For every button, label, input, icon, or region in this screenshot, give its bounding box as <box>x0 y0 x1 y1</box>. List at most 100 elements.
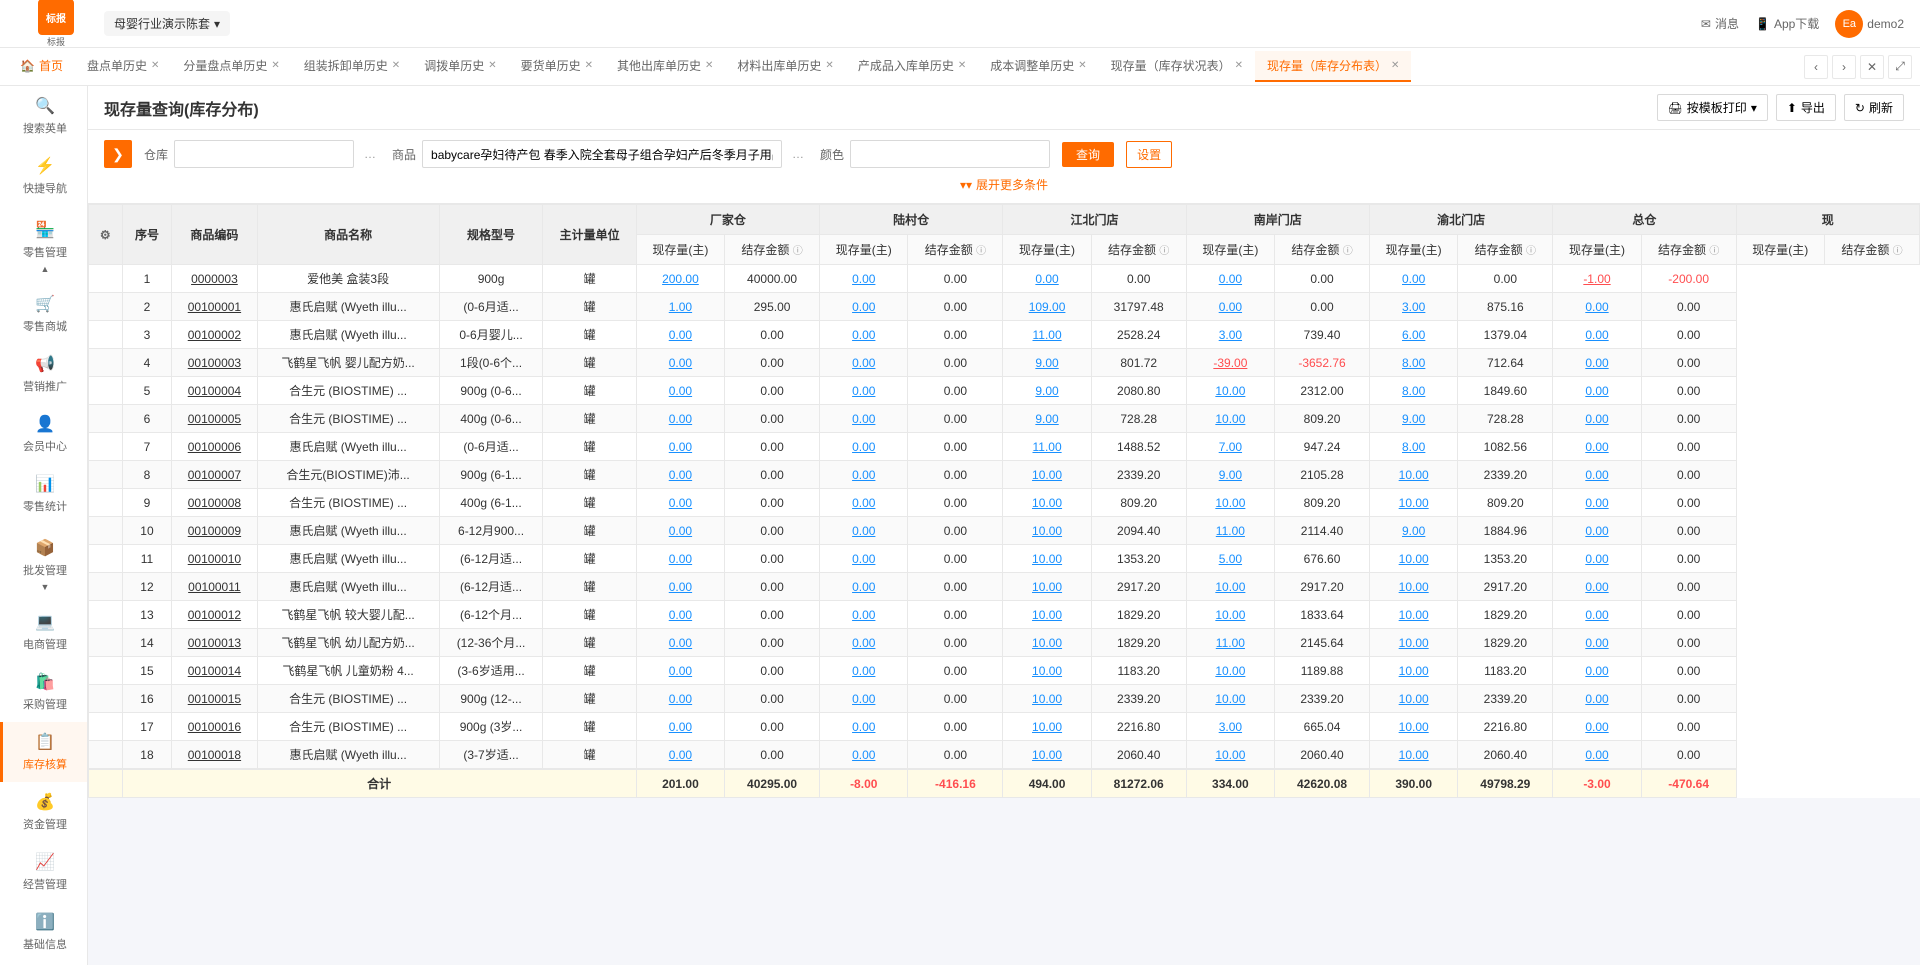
product-ellipsis[interactable]: … <box>788 147 808 161</box>
product-input[interactable] <box>422 140 782 168</box>
sidebar-item-purchase[interactable]: 🛍️ 采购管理 <box>0 662 87 722</box>
col-total-wh: 总仓 <box>1553 205 1736 235</box>
sidebar-item-search[interactable]: 🔍 搜索英单 <box>0 86 87 146</box>
tab-stock-dist[interactable]: 现存量（库存分布表） ✕ <box>1255 51 1411 82</box>
settings-icon[interactable]: ⚙ <box>100 228 111 242</box>
message-action[interactable]: ✉ 消息 <box>1701 15 1739 32</box>
filter-arrow-button[interactable]: ❯ <box>104 140 132 168</box>
close-icon[interactable]: ✕ <box>585 60 593 71</box>
megaphone-icon: 📢 <box>35 354 55 374</box>
sidebar-item-wholesale[interactable]: 📦 批发管理 ▼ <box>0 528 87 602</box>
tab-assembly[interactable]: 组装拆卸单历史 ✕ <box>292 51 412 82</box>
sidebar-item-basic[interactable]: ℹ️ 基础信息 <box>0 902 87 962</box>
sidebar-item-retail-mgmt[interactable]: 🏪 零售管理 ▲ <box>0 210 87 284</box>
close-icon[interactable]: ✕ <box>705 60 713 71</box>
sidebar-item-retail-shop[interactable]: 🛒 零售商城 <box>0 284 87 344</box>
export-button[interactable]: ⬆ 导出 <box>1776 94 1836 121</box>
org-selector[interactable]: 母婴行业演示陈套 ▾ <box>104 11 230 36</box>
col-grand: 现 <box>1736 205 1919 235</box>
sidebar-item-retail-stats[interactable]: 📊 零售统计 <box>0 464 87 524</box>
expand-more-btn[interactable]: ▾▾ 展开更多条件 <box>960 176 1048 193</box>
prev-tab-btn[interactable]: ‹ <box>1804 55 1828 79</box>
close-icon[interactable]: ✕ <box>825 60 833 71</box>
trend-icon: 📈 <box>35 852 55 872</box>
money-icon: 💰 <box>35 792 55 812</box>
table-row: 1400100013飞鹤星飞帆 幼儿配方奶...(12-36个月...罐0.00… <box>89 629 1920 657</box>
warehouse-ellipsis[interactable]: … <box>360 147 380 161</box>
table-row: 800100007合生元(BIOSTIME)沛...900g (6-1...罐0… <box>89 461 1920 489</box>
color-input[interactable] <box>850 140 1050 168</box>
close-icon[interactable]: ✕ <box>1235 60 1243 71</box>
sidebar-item-inventory[interactable]: 📋 库存核算 <box>0 722 87 782</box>
table-row: 1700100016合生元 (BIOSTIME) ...900g (3岁...罐… <box>89 713 1920 741</box>
sub-na-amount: 结存金额 ⓘ <box>1275 235 1370 265</box>
col-jiangbei: 江北门店 <box>1003 205 1186 235</box>
avatar: Ea <box>1835 10 1863 38</box>
warehouse-label: 仓库 <box>144 146 168 163</box>
close-icon[interactable]: ✕ <box>392 60 400 71</box>
col-settings[interactable]: ⚙ <box>89 205 123 265</box>
tab-order[interactable]: 要货单历史 ✕ <box>509 51 605 82</box>
sidebar-item-marketing[interactable]: 📢 营销推广 <box>0 344 87 404</box>
home-icon: 🏠 <box>20 59 35 73</box>
table-row: 600100005合生元 (BIOSTIME) ...400g (0-6...罐… <box>89 405 1920 433</box>
table-row: 1200100011惠氏启赋 (Wyeth illu...(6-12月适...罐… <box>89 573 1920 601</box>
table-row: 300100002惠氏启赋 (Wyeth illu...0-6月婴儿...罐0.… <box>89 321 1920 349</box>
user-action[interactable]: Ea demo2 <box>1835 10 1904 38</box>
close-icon[interactable]: ✕ <box>1391 60 1399 71</box>
sidebar-item-label: 批发管理 <box>23 562 67 578</box>
close-icon[interactable]: ✕ <box>1078 60 1086 71</box>
tab-product-in[interactable]: 产成品入库单历史 ✕ <box>846 51 978 82</box>
refresh-button[interactable]: ↻ 刷新 <box>1844 94 1904 121</box>
username-label: demo2 <box>1867 17 1904 31</box>
tab-home[interactable]: 🏠 首页 <box>8 51 75 82</box>
download-icon: 📱 <box>1755 17 1770 31</box>
chart-icon: 📊 <box>35 474 55 494</box>
next-tab-btn[interactable]: › <box>1832 55 1856 79</box>
warehouse-filter: 仓库 … <box>144 140 380 168</box>
logo-icon: 标报 <box>38 0 74 35</box>
tab-controls: ‹ › ✕ ⤢ <box>1804 55 1912 79</box>
chevron-down-icon: ▼ <box>41 582 50 592</box>
close-icon[interactable]: ✕ <box>488 60 496 71</box>
sidebar-item-label: 电商管理 <box>23 636 67 652</box>
print-button[interactable]: 🖨 按模板打印 ▾ <box>1657 94 1768 121</box>
close-icon[interactable]: ✕ <box>958 60 966 71</box>
sub-total-qty: 现存量(主) <box>1553 235 1641 265</box>
app-download-action[interactable]: 📱 App下载 <box>1755 15 1819 32</box>
sidebar-item-member[interactable]: 👤 会员中心 <box>0 404 87 464</box>
close-icon[interactable]: ✕ <box>271 60 279 71</box>
sidebar-item-label: 快捷导航 <box>23 180 67 196</box>
tab-transfer[interactable]: 调拨单历史 ✕ <box>412 51 508 82</box>
sidebar-item-label: 库存核算 <box>23 756 67 772</box>
table-row: 900100008合生元 (BIOSTIME) ...400g (6-1...罐… <box>89 489 1920 517</box>
sidebar-item-label: 零售统计 <box>23 498 67 514</box>
sub-na-qty: 现存量(主) <box>1186 235 1274 265</box>
sidebar-item-label: 搜索英单 <box>23 120 67 136</box>
settings-button[interactable]: 设置 <box>1126 141 1172 168</box>
warehouse-input[interactable] <box>174 140 354 168</box>
sidebar-item-nav[interactable]: ⚡ 快捷导航 <box>0 146 87 206</box>
expand-tab-btn[interactable]: ⤢ <box>1888 55 1912 79</box>
table-row: 500100004合生元 (BIOSTIME) ...900g (0-6...罐… <box>89 377 1920 405</box>
tab-stock-status[interactable]: 现存量（库存状况表） ✕ <box>1099 51 1255 82</box>
sub-jb-qty: 现存量(主) <box>1003 235 1091 265</box>
sidebar-item-label: 会员中心 <box>23 438 67 454</box>
tab-material-out[interactable]: 材料出库单历史 ✕ <box>725 51 845 82</box>
tab-inventory-check[interactable]: 盘点单历史 ✕ <box>75 51 171 82</box>
sidebar-item-ecommerce[interactable]: 💻 电商管理 <box>0 602 87 662</box>
summary-row: 合计201.0040295.00-8.00-416.16494.0081272.… <box>89 769 1920 798</box>
sidebar-item-label: 零售商城 <box>23 318 67 334</box>
tab-other-out[interactable]: 其他出库单历史 ✕ <box>605 51 725 82</box>
close-icon[interactable]: ✕ <box>151 60 159 71</box>
sidebar-item-label: 营销推广 <box>23 378 67 394</box>
close-tab-btn[interactable]: ✕ <box>1860 55 1884 79</box>
sub-total-amount: 结存金额 ⓘ <box>1641 235 1736 265</box>
query-button[interactable]: 查询 <box>1062 142 1114 167</box>
tab-cost-adjust[interactable]: 成本调整单历史 ✕ <box>978 51 1098 82</box>
sidebar-item-finance[interactable]: 💰 资金管理 <box>0 782 87 842</box>
sidebar-item-ops[interactable]: 📈 经营管理 <box>0 842 87 902</box>
refresh-icon: ↻ <box>1855 101 1865 115</box>
chevron-down-icon: ▾▾ <box>960 178 972 192</box>
tab-branch-check[interactable]: 分量盘点单历史 ✕ <box>171 51 291 82</box>
